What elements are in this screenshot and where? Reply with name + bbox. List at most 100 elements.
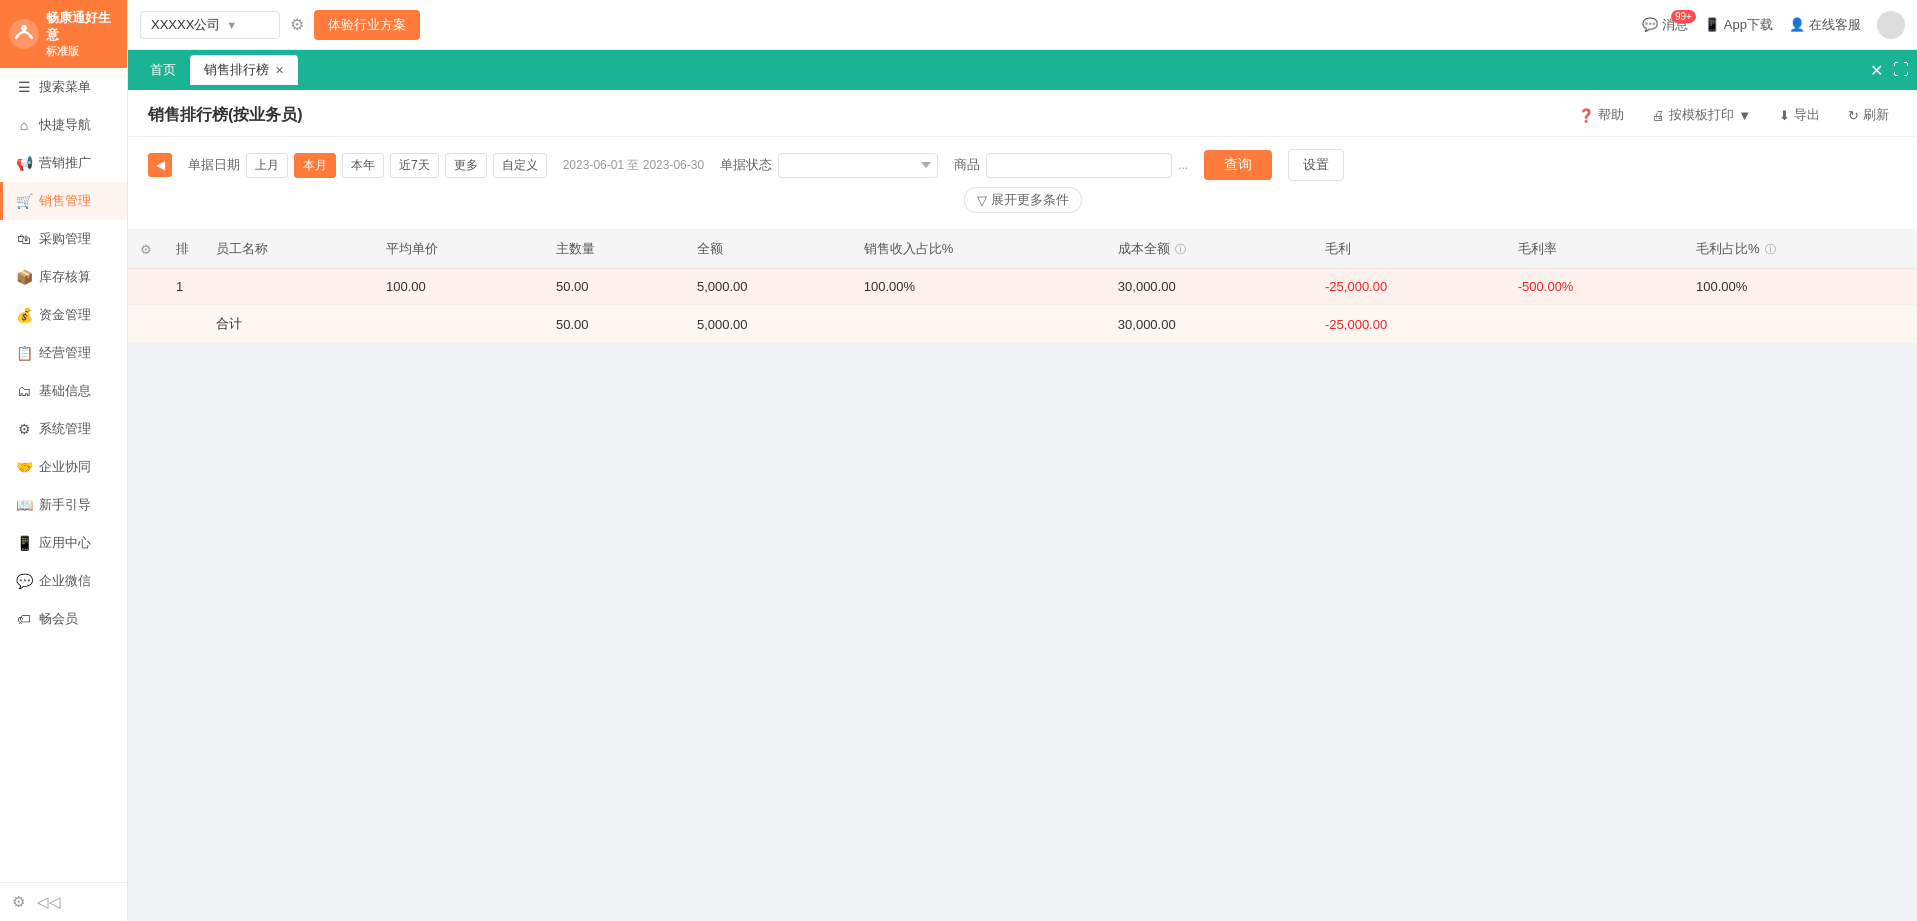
sidebar-item-sales[interactable]: 🛒 销售管理 — [0, 182, 127, 220]
table-row: 1 100.00 50.00 5,000.00 100.00% 30,000.0… — [128, 269, 1917, 305]
refresh-icon: ↻ — [1848, 108, 1859, 123]
sidebar-item-basic[interactable]: 🗂 基础信息 — [0, 372, 127, 410]
sidebar-item-operations[interactable]: 📋 经营管理 — [0, 334, 127, 372]
date-btn-custom[interactable]: 自定义 — [493, 153, 547, 178]
date-btn-last-month[interactable]: 上月 — [246, 153, 288, 178]
col-gross: 毛利 — [1313, 230, 1506, 269]
tab-sales-rank[interactable]: 销售排行榜 ✕ — [190, 55, 298, 85]
footer-gross-rate — [1506, 305, 1684, 344]
sidebar-label-shortcut: 快捷导航 — [39, 116, 91, 134]
tab-sales-rank-close[interactable]: ✕ — [275, 64, 284, 77]
help-label: 帮助 — [1598, 106, 1624, 124]
date-btn-this-year[interactable]: 本年 — [342, 153, 384, 178]
table-header-row: ⚙ 排 员工名称 平均单价 主数量 全额 销售收入占比% 成本全额 ⓘ 毛利 毛… — [128, 230, 1917, 269]
filter-row-main: ◀ 单据日期 上月 本月 本年 近7天 更多 自定义 2023-06-0 — [148, 149, 1897, 181]
goods-input[interactable] — [986, 153, 1172, 178]
sidebar-icon-purchase: 🛍 — [15, 231, 33, 247]
query-button[interactable]: 查询 — [1204, 150, 1272, 180]
sidebar-icon-system: ⚙ — [15, 421, 33, 437]
sidebar-gear-icon[interactable]: ⚙ — [12, 893, 25, 911]
sidebar-item-enterprise[interactable]: 🤝 企业协同 — [0, 448, 127, 486]
footer-avg-price — [374, 305, 544, 344]
date-btn-7days[interactable]: 近7天 — [390, 153, 439, 178]
sidebar-label-inventory: 库存核算 — [39, 268, 91, 286]
svg-point-1 — [21, 25, 27, 31]
trial-button[interactable]: 体验行业方案 — [314, 10, 420, 40]
tab-home[interactable]: 首页 — [136, 55, 190, 85]
col-settings[interactable]: ⚙ — [128, 230, 164, 269]
sidebar-item-inventory[interactable]: 📦 库存核算 — [0, 258, 127, 296]
sidebar-item-purchase[interactable]: 🛍 采购管理 — [0, 220, 127, 258]
filter-collapse-icon: ◀ — [156, 158, 165, 172]
page-inner: 销售排行榜(按业务员) ❓ 帮助 🖨 按模板打印 ▼ ⬇ 导出 — [128, 90, 1917, 343]
header-settings-icon[interactable]: ⚙ — [290, 15, 304, 34]
page-header: 销售排行榜(按业务员) ❓ 帮助 🖨 按模板打印 ▼ ⬇ 导出 — [128, 90, 1917, 137]
sidebar: 畅康通好生意 标准版 ☰ 搜索菜单 ⌂ 快捷导航 📢 营销推广 🛒 销售管理 🛍… — [0, 0, 128, 921]
sidebar-item-member[interactable]: 🏷 畅会员 — [0, 600, 127, 638]
col-settings-icon[interactable]: ⚙ — [140, 242, 152, 257]
sidebar-item-marketing[interactable]: 📢 营销推广 — [0, 144, 127, 182]
sidebar-item-apps[interactable]: 📱 应用中心 — [0, 524, 127, 562]
footer-gross-ratio — [1684, 305, 1917, 344]
sidebar-label-basic: 基础信息 — [39, 382, 91, 400]
col-gross-rate: 毛利率 — [1506, 230, 1684, 269]
message-btn[interactable]: 💬 消息 99+ — [1642, 16, 1688, 34]
table-wrap: ⚙ 排 员工名称 平均单价 主数量 全额 销售收入占比% 成本全额 ⓘ 毛利 毛… — [128, 230, 1917, 343]
export-icon: ⬇ — [1779, 108, 1790, 123]
tab-close-all-icon[interactable]: ✕ — [1870, 61, 1883, 80]
app-download-btn[interactable]: 📱 App下载 — [1704, 16, 1773, 34]
sidebar-icon-basic: 🗂 — [15, 383, 33, 399]
goods-filter-label: 商品 — [954, 156, 980, 174]
sidebar-label-purchase: 采购管理 — [39, 230, 91, 248]
header-right: 💬 消息 99+ 📱 App下载 👤 在线客服 — [1642, 11, 1905, 39]
cell-cost-0: 30,000.00 — [1106, 269, 1313, 305]
template-print-btn[interactable]: 🖨 按模板打印 ▼ — [1644, 102, 1759, 128]
sidebar-icon-finance: 💰 — [15, 307, 33, 323]
tab-bar-controls: ✕ ⛶ — [1870, 61, 1909, 80]
sidebar-item-system[interactable]: ⚙ 系统管理 — [0, 410, 127, 448]
goods-more-icon[interactable]: ... — [1178, 158, 1188, 172]
filter-collapse-btn[interactable]: ◀ — [148, 153, 172, 177]
sidebar-collapse-icon[interactable]: ◁◁ — [37, 893, 61, 911]
footer-quantity: 50.00 — [544, 305, 685, 344]
cell-settings-0 — [128, 269, 164, 305]
online-service-btn[interactable]: 👤 在线客服 — [1789, 16, 1861, 34]
gross-ratio-info-icon[interactable]: ⓘ — [1765, 243, 1776, 255]
sidebar-label-apps: 应用中心 — [39, 534, 91, 552]
filter-settings-button[interactable]: 设置 — [1288, 149, 1344, 181]
company-selector[interactable]: XXXXX公司 ▼ — [140, 11, 280, 39]
tab-expand-icon[interactable]: ⛶ — [1893, 61, 1909, 80]
template-print-label: 按模板打印 — [1669, 106, 1734, 124]
top-header: XXXXX公司 ▼ ⚙ 体验行业方案 💬 消息 99+ 📱 App下载 👤 在线… — [128, 0, 1917, 50]
cost-info-icon[interactable]: ⓘ — [1175, 243, 1186, 255]
export-btn[interactable]: ⬇ 导出 — [1771, 102, 1828, 128]
expand-more-btn[interactable]: ▽ 展开更多条件 — [964, 187, 1082, 213]
sidebar-item-shortcut[interactable]: ⌂ 快捷导航 — [0, 106, 127, 144]
date-btn-this-month[interactable]: 本月 — [294, 153, 336, 178]
tab-home-label: 首页 — [150, 61, 176, 79]
footer-sales-ratio — [852, 305, 1106, 344]
sidebar-icon-guide: 📖 — [15, 497, 33, 513]
page-content: 销售排行榜(按业务员) ❓ 帮助 🖨 按模板打印 ▼ ⬇ 导出 — [128, 90, 1917, 921]
export-label: 导出 — [1794, 106, 1820, 124]
cell-name-0 — [204, 269, 374, 305]
sidebar-label-operations: 经营管理 — [39, 344, 91, 362]
expand-row: ▽ 展开更多条件 — [148, 181, 1897, 217]
date-btn-more[interactable]: 更多 — [445, 153, 487, 178]
sidebar-label-sales: 销售管理 — [39, 192, 91, 210]
app-name: 畅康通好生意 — [46, 10, 119, 44]
sidebar-item-search[interactable]: ☰ 搜索菜单 — [0, 68, 127, 106]
sidebar-item-finance[interactable]: 💰 资金管理 — [0, 296, 127, 334]
status-select[interactable] — [778, 153, 938, 178]
logo-icon — [8, 18, 40, 50]
sidebar-icon-apps: 📱 — [15, 535, 33, 551]
help-btn[interactable]: ❓ 帮助 — [1570, 102, 1632, 128]
sidebar-item-guide[interactable]: 📖 新手引导 — [0, 486, 127, 524]
company-chevron-icon: ▼ — [226, 19, 237, 31]
refresh-btn[interactable]: ↻ 刷新 — [1840, 102, 1897, 128]
sales-rank-table: ⚙ 排 员工名称 平均单价 主数量 全额 销售收入占比% 成本全额 ⓘ 毛利 毛… — [128, 230, 1917, 343]
user-avatar[interactable] — [1877, 11, 1905, 39]
sidebar-item-wechat[interactable]: 💬 企业微信 — [0, 562, 127, 600]
date-filter-label: 单据日期 — [188, 156, 240, 174]
footer-gross: -25,000.00 — [1313, 305, 1506, 344]
